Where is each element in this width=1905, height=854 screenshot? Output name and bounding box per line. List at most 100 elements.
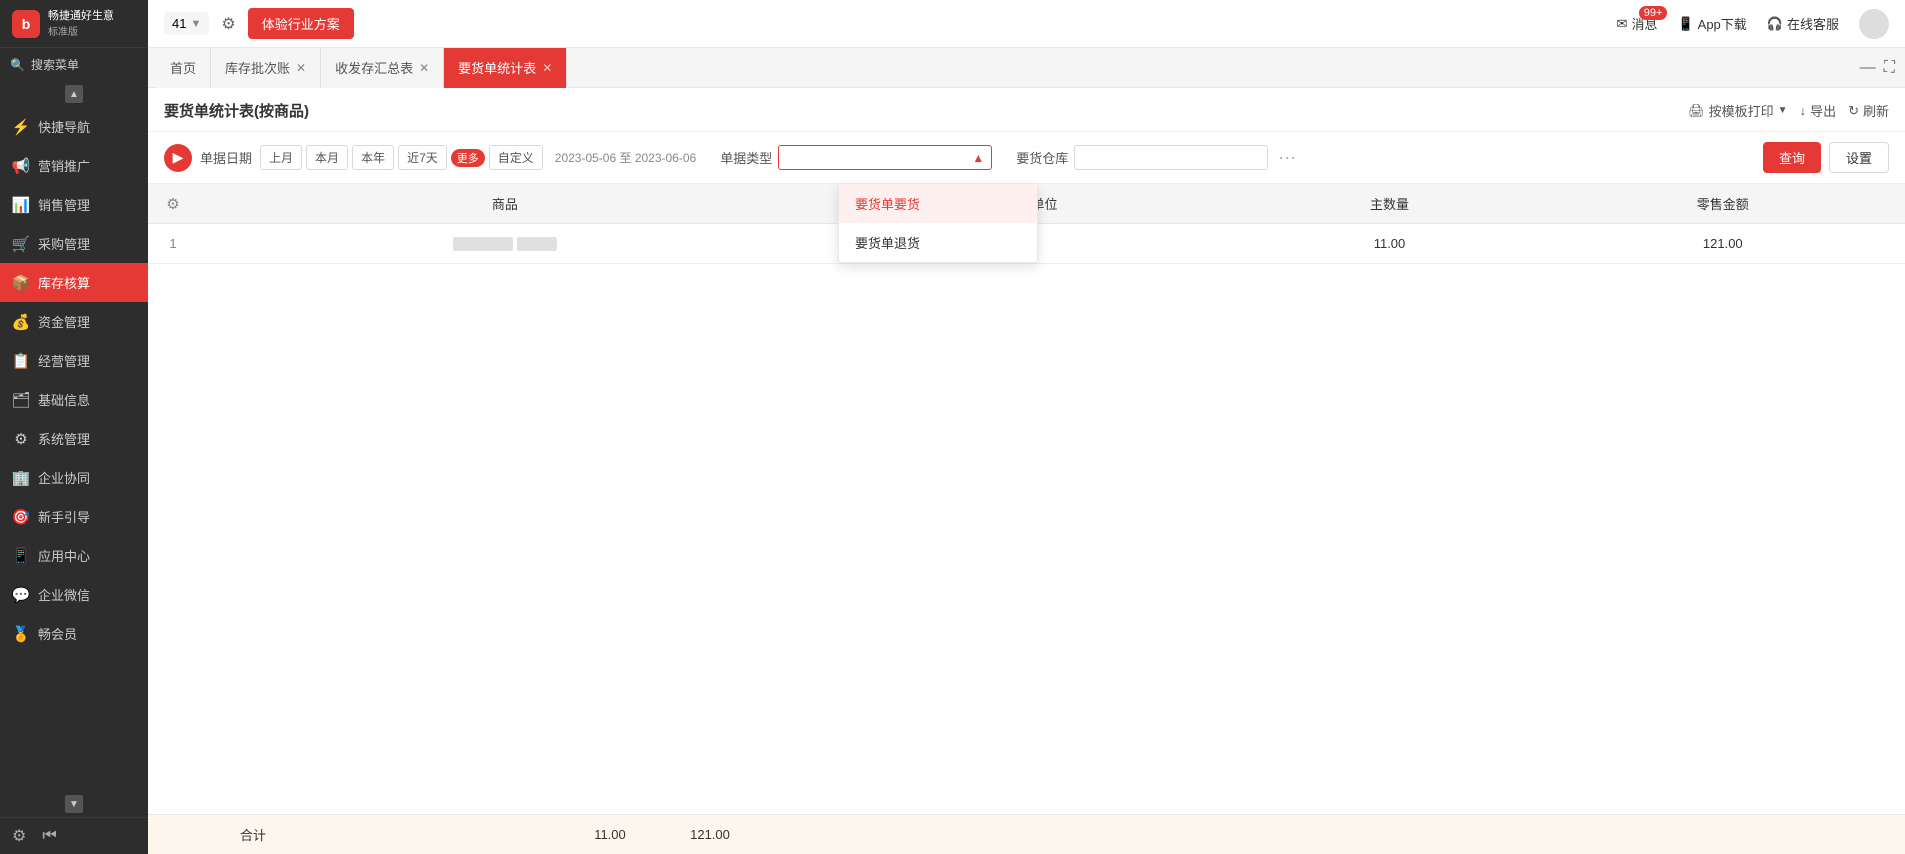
refresh-btn[interactable]: ↻ 刷新: [1848, 101, 1889, 120]
type-filter-group: 单据类型 ▲: [720, 145, 992, 170]
sales-icon: 📊: [12, 196, 30, 214]
sidebar-item-label: 畅会员: [38, 624, 77, 643]
settings-btn[interactable]: 设置: [1829, 142, 1889, 173]
page-header: 要货单统计表(按商品) 🖨 按模板打印 ▼ ↓ 导出 ↻ 刷新: [148, 88, 1905, 132]
settings-icon[interactable]: ⚙: [12, 826, 26, 846]
sidebar-item-operations[interactable]: 📋 经营管理: [0, 341, 148, 380]
logo-icon: b: [12, 10, 40, 38]
sidebar-item-label: 快捷导航: [38, 117, 90, 136]
date-btn-last-month[interactable]: 上月: [260, 145, 302, 170]
sidebar-item-marketing[interactable]: 📢 营销推广: [0, 146, 148, 185]
tab-order-summary[interactable]: 要货单统计表 ✕: [444, 48, 567, 88]
dropdown-item-1[interactable]: 要货单退货: [839, 223, 1037, 262]
footer-amount: 121.00: [660, 827, 760, 842]
footer-label: 合计: [160, 825, 360, 844]
sidebar-item-label: 企业协同: [38, 468, 90, 487]
more-filters-btn[interactable]: ···: [1278, 147, 1296, 168]
scroll-down-btn[interactable]: ▼: [65, 795, 83, 813]
date-shortcuts: 上月 本月 本年 近7天 更多 自定义: [260, 145, 543, 170]
sidebar-item-sales[interactable]: 📊 销售管理: [0, 185, 148, 224]
sidebar-item-label: 系统管理: [38, 429, 90, 448]
page-title: 要货单统计表(按商品): [164, 100, 1688, 121]
export-btn[interactable]: ↓ 导出: [1800, 101, 1837, 120]
tab-close-order-summary[interactable]: ✕: [542, 61, 552, 75]
tab-close-inventory-batch[interactable]: ✕: [296, 61, 306, 75]
sidebar-item-quick-nav[interactable]: ⚡ 快捷导航: [0, 107, 148, 146]
col-settings-icon[interactable]: ⚙: [166, 196, 179, 213]
warehouse-filter-group: 要货仓库 ···: [1016, 145, 1296, 170]
warehouse-label: 要货仓库: [1016, 148, 1068, 167]
date-btn-7days[interactable]: 近7天: [398, 145, 447, 170]
topbar-gear-icon[interactable]: ⚙: [221, 14, 235, 34]
sidebar-item-enterprise[interactable]: 🏢 企业协同: [0, 458, 148, 497]
tab-receivable-label: 收发存汇总表: [335, 58, 413, 77]
product-cell: [210, 237, 800, 251]
sidebar-item-wechat[interactable]: 💬 企业微信: [0, 575, 148, 614]
service-btn[interactable]: 🎧 在线客服: [1767, 14, 1839, 33]
tab-receivable[interactable]: 收发存汇总表 ✕: [321, 48, 444, 88]
date-btn-this-month[interactable]: 本月: [306, 145, 348, 170]
sidebar-item-basic-info[interactable]: 🗂 基础信息: [0, 380, 148, 419]
finance-icon: 💰: [12, 313, 30, 331]
sidebar-item-app-center[interactable]: 📱 应用中心: [0, 536, 148, 575]
tab-close-receivable[interactable]: ✕: [419, 61, 429, 75]
tab-inventory-batch[interactable]: 库存批次账 ✕: [211, 48, 321, 88]
collapse-sidebar-icon[interactable]: ⏮: [42, 827, 56, 845]
dropdown-item-0[interactable]: 要货单要货: [839, 184, 1037, 223]
store-number: 41: [172, 16, 186, 31]
sidebar-item-purchase[interactable]: 🛒 采购管理: [0, 224, 148, 263]
message-btn[interactable]: ✉ 消息 99+: [1617, 14, 1658, 33]
action-btns: 查询 设置: [1763, 142, 1889, 173]
sidebar-item-label: 基础信息: [38, 390, 90, 409]
sidebar-item-label: 经营管理: [38, 351, 90, 370]
topbar: 41 ▼ ⚙ 体验行业方案 ✉ 消息 99+ 📱 App下载 🎧 在线客服: [148, 0, 1905, 48]
sidebar-item-label: 采购管理: [38, 234, 90, 253]
app-download-btn[interactable]: 📱 App下载: [1677, 14, 1746, 33]
print-dropdown-icon: ▼: [1778, 105, 1788, 116]
query-btn[interactable]: 查询: [1763, 142, 1821, 173]
row-amount: 121.00: [1541, 224, 1905, 264]
footer-qty: 11.00: [560, 827, 660, 842]
basic-info-icon: 🗂: [12, 391, 30, 409]
sidebar-item-finance[interactable]: 💰 资金管理: [0, 302, 148, 341]
type-label: 单据类型: [720, 148, 772, 167]
enterprise-icon: 🏢: [12, 469, 30, 487]
service-label: 在线客服: [1787, 14, 1839, 33]
tab-maximize-btn[interactable]: ⛶: [1882, 57, 1897, 79]
topbar-right: ✉ 消息 99+ 📱 App下载 🎧 在线客服: [1617, 9, 1889, 39]
date-label: 单据日期: [200, 148, 252, 167]
type-select-input[interactable]: [778, 145, 992, 170]
row-product: [198, 224, 812, 264]
purchase-icon: 🛒: [12, 235, 30, 253]
col-qty: 主数量: [1238, 184, 1540, 224]
message-icon: ✉: [1617, 16, 1628, 32]
system-icon: ⚙: [12, 430, 30, 448]
user-avatar[interactable]: [1859, 9, 1889, 39]
sidebar-item-vip[interactable]: 🏅 畅会员: [0, 614, 148, 653]
industry-btn[interactable]: 体验行业方案: [248, 8, 354, 39]
print-label: 按模板打印: [1709, 101, 1774, 120]
warehouse-input[interactable]: [1074, 145, 1268, 170]
print-btn[interactable]: 🖨 按模板打印 ▼: [1688, 101, 1787, 120]
sidebar-nav: ⚡ 快捷导航 📢 营销推广 📊 销售管理 🛒 采购管理 📦 库存核算 💰 资金管…: [0, 107, 148, 791]
store-dropdown-icon: ▼: [190, 18, 201, 30]
sidebar-item-label: 营销推广: [38, 156, 90, 175]
main-area: 41 ▼ ⚙ 体验行业方案 ✉ 消息 99+ 📱 App下载 🎧 在线客服 首页: [148, 0, 1905, 854]
filter-toggle-btn[interactable]: ▶: [164, 144, 192, 172]
tab-home[interactable]: 首页: [156, 48, 211, 88]
custom-date-btn[interactable]: 自定义: [489, 145, 543, 170]
tab-home-label: 首页: [170, 58, 196, 77]
page: 要货单统计表(按商品) 🖨 按模板打印 ▼ ↓ 导出 ↻ 刷新: [148, 88, 1905, 854]
sidebar-item-system[interactable]: ⚙ 系统管理: [0, 419, 148, 458]
app-name: 畅捷通好生意: [48, 9, 114, 23]
sidebar-item-newbie[interactable]: 🎯 新手引导: [0, 497, 148, 536]
page-content: 要货单统计表(按商品) 🖨 按模板打印 ▼ ↓ 导出 ↻ 刷新: [148, 88, 1905, 854]
date-btn-this-year[interactable]: 本年: [352, 145, 394, 170]
sidebar-item-inventory[interactable]: 📦 库存核算: [0, 263, 148, 302]
more-date-badge[interactable]: 更多: [451, 149, 485, 167]
tab-minimize-btn[interactable]: —: [1858, 57, 1878, 79]
store-selector[interactable]: 41 ▼: [164, 12, 209, 35]
scroll-up-btn[interactable]: ▲: [65, 85, 83, 103]
search-menu-item[interactable]: 🔍 搜索菜单: [0, 48, 148, 81]
operations-icon: 📋: [12, 352, 30, 370]
